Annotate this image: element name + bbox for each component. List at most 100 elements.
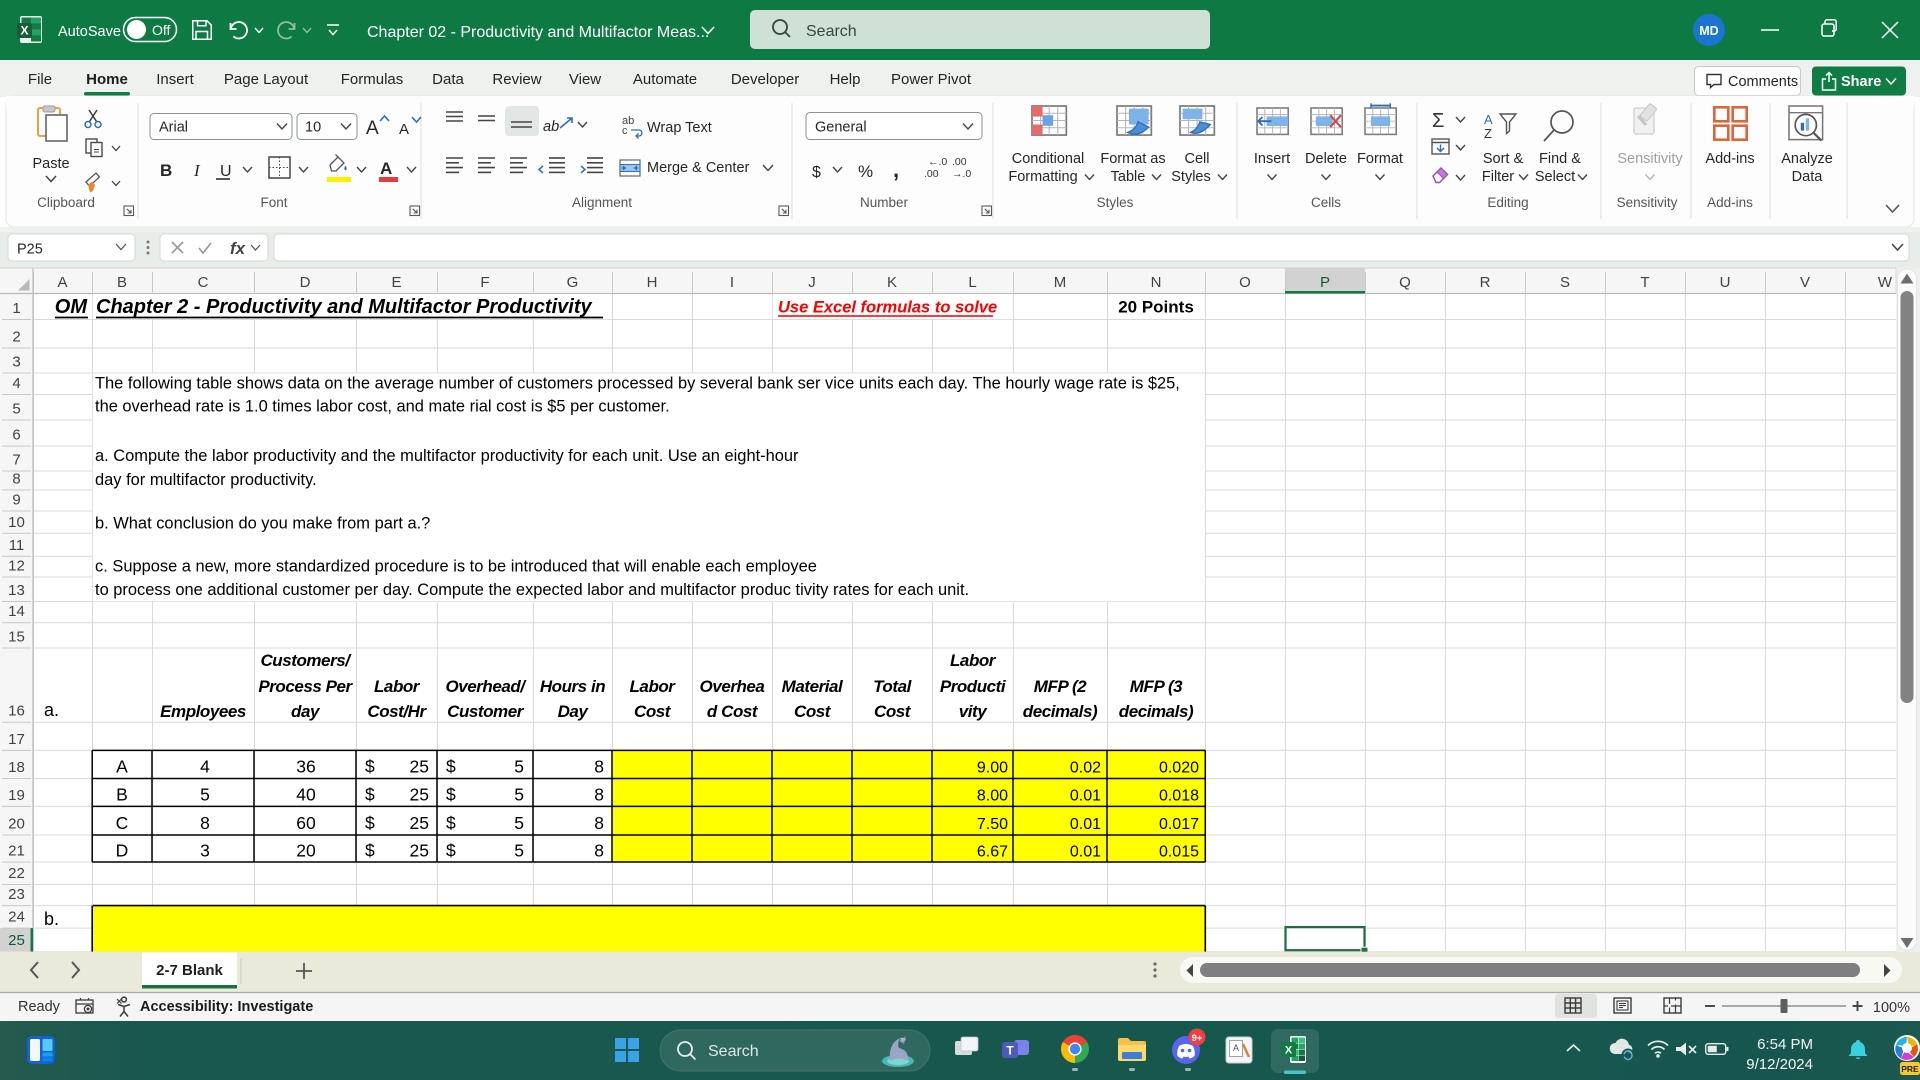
svg-text:6: 6 [12,427,20,444]
svg-text:The following table shows data: The following table shows data on the av… [95,375,1180,393]
svg-text:9.00: 9.00 [977,760,1008,777]
svg-text:Font: Font [260,195,287,210]
svg-text:8: 8 [200,813,210,833]
svg-text:$: $ [446,841,456,861]
svg-text:MD: MD [1699,24,1718,38]
svg-text:40: 40 [296,785,316,805]
svg-text:0.01: 0.01 [1070,816,1101,833]
svg-text:Overhea: Overhea [700,677,765,696]
svg-text:Power Pivot: Power Pivot [891,71,972,88]
svg-text:14: 14 [8,603,25,620]
svg-text:20: 20 [8,816,25,833]
svg-text:Employees: Employees [160,702,246,721]
svg-text:Labor: Labor [374,677,421,696]
svg-text:23: 23 [8,886,25,903]
svg-text:9+: 9+ [1192,1033,1203,1044]
svg-text:H: H [647,274,658,291]
svg-text:Material: Material [782,677,844,696]
svg-text:25: 25 [410,813,429,833]
svg-text:Σ: Σ [1432,110,1444,132]
svg-text:8.00: 8.00 [977,788,1008,805]
svg-text:Chapter 02 - Productivity and: Chapter 02 - Productivity and Multifacto… [367,24,709,41]
svg-text:Home: Home [86,71,128,88]
svg-text:11: 11 [9,537,25,554]
svg-text:Cell: Cell [1185,151,1210,167]
svg-text:a.: a. [44,700,59,720]
svg-text:W: W [1878,274,1893,291]
svg-text:Producti: Producti [940,677,1007,696]
svg-text:Process Per: Process Per [258,677,353,696]
svg-text:E: E [391,274,401,291]
svg-text:8: 8 [594,841,604,861]
svg-text:60: 60 [296,813,316,833]
svg-text:7.50: 7.50 [977,816,1008,833]
svg-text:6:54 PM: 6:54 PM [1757,1036,1813,1053]
svg-text:A: A [399,121,409,138]
svg-text:10: 10 [8,514,25,531]
svg-text:Z: Z [1484,126,1492,141]
svg-text:A: A [116,757,128,777]
svg-text:Editing: Editing [1487,195,1528,210]
svg-text:T: T [1006,1044,1014,1058]
svg-text:S: S [1560,274,1570,291]
svg-text:Arial: Arial [159,120,188,136]
svg-text:8: 8 [12,471,20,488]
svg-text:2: 2 [12,329,20,346]
svg-text:$: $ [446,757,456,777]
svg-text:0.018: 0.018 [1159,788,1199,805]
svg-text:b.: b. [44,909,59,929]
svg-text:B: B [116,785,128,805]
svg-text:2-7 Blank: 2-7 Blank [156,962,223,979]
svg-text:$: $ [812,164,821,181]
svg-text:Use Excel formulas to solve: Use Excel formulas to solve [778,299,997,317]
svg-text:25: 25 [410,757,429,777]
svg-text:F: F [480,274,489,291]
svg-text:K: K [887,274,897,291]
svg-text:10: 10 [305,120,321,136]
svg-text:%: % [858,162,873,181]
svg-text:Table: Table [1111,169,1146,185]
svg-text:Off: Off [152,22,171,38]
svg-text:4: 4 [200,757,210,777]
svg-text:C: C [116,813,129,833]
svg-text:8: 8 [594,785,604,805]
svg-text:File: File [28,71,52,88]
svg-text:AutoSave: AutoSave [58,24,121,40]
svg-text:B: B [117,274,127,291]
svg-text:Cost: Cost [634,702,672,721]
svg-text:13: 13 [8,582,25,599]
svg-text:MFP (3: MFP (3 [1130,677,1183,696]
svg-text:Select: Select [1535,169,1575,185]
svg-text:20: 20 [296,841,316,861]
svg-text:3: 3 [200,841,210,861]
svg-text:ab: ab [543,119,559,135]
svg-text:Delete: Delete [1305,151,1347,167]
svg-text:Cost: Cost [794,702,832,721]
svg-text:Wrap Text: Wrap Text [647,120,712,136]
svg-text:T: T [1640,274,1649,291]
svg-text:A: A [380,159,392,178]
svg-text:Day: Day [558,702,590,721]
svg-text:7: 7 [12,452,20,469]
svg-text:Conditional: Conditional [1012,151,1085,167]
svg-text:Ready: Ready [18,999,61,1015]
svg-text:0.01: 0.01 [1070,788,1101,805]
svg-text:Insert: Insert [156,71,194,88]
svg-text:MFP (2: MFP (2 [1034,677,1087,696]
svg-text:.00: .00 [952,156,967,168]
svg-text:Cells: Cells [1311,195,1341,210]
svg-text:day: day [291,702,321,721]
svg-text:,: , [893,157,899,182]
svg-text:day for multifactor productivi: day for multifactor productivity. [95,471,317,489]
svg-text:9: 9 [12,492,20,509]
svg-text:9/12/2024: 9/12/2024 [1746,1056,1813,1073]
svg-text:Cost: Cost [874,702,912,721]
svg-text:General: General [815,120,867,136]
svg-text:Q: Q [1399,274,1411,291]
svg-text:5: 5 [514,757,524,777]
svg-text:Data: Data [432,71,464,88]
svg-text:5: 5 [12,401,20,418]
svg-text:Automate: Automate [633,71,697,88]
svg-text:PRE: PRE [1901,1064,1919,1074]
svg-text:Labor: Labor [630,677,677,696]
